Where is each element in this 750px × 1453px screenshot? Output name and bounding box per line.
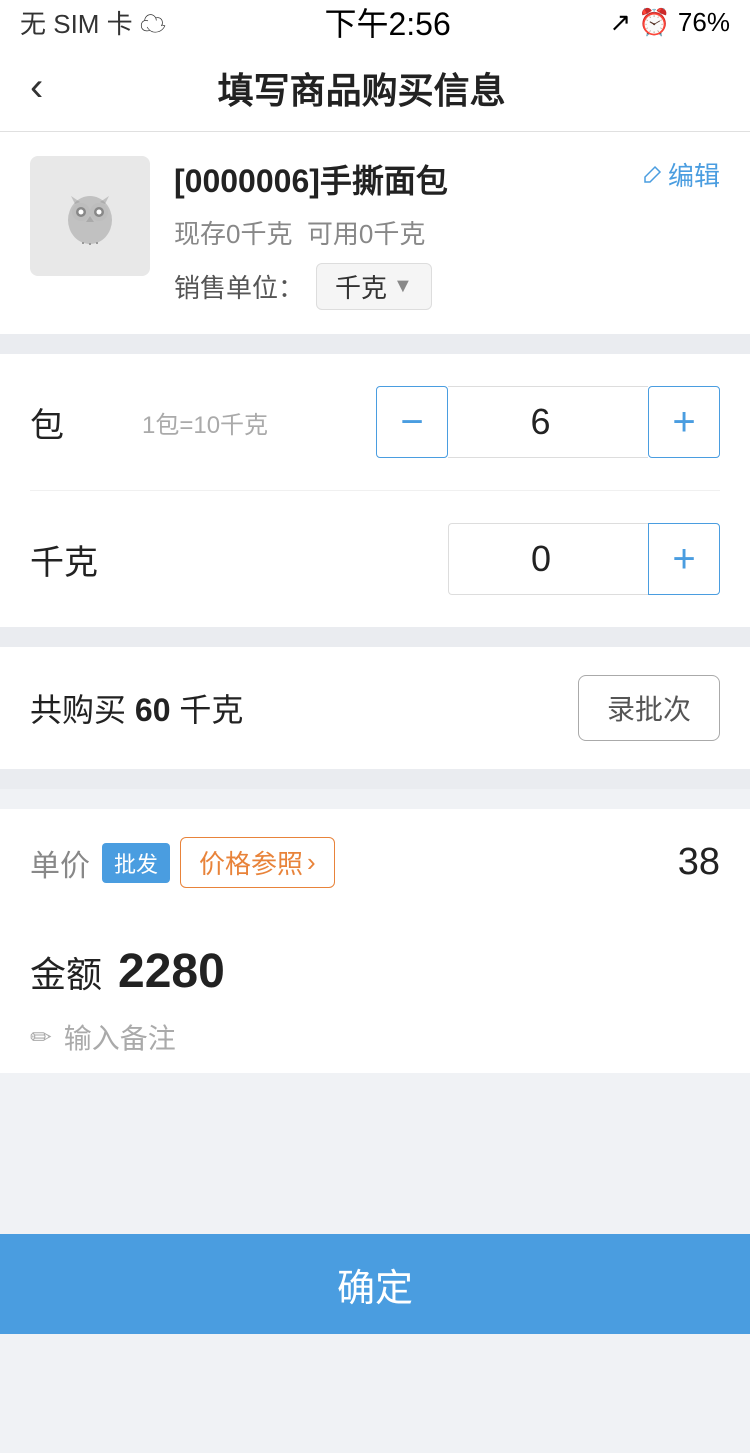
chevron-down-icon: ▼ (393, 275, 413, 298)
product-stock: 现存0千克 可用0千克 (174, 214, 720, 251)
separator-1 (0, 334, 750, 354)
batch-button[interactable]: 录批次 (578, 675, 720, 741)
kg-input[interactable] (448, 523, 648, 595)
chevron-right-icon: › (307, 847, 316, 878)
bao-minus-button[interactable]: − (376, 386, 448, 458)
product-unit-row: 销售单位： 千克 ▼ (174, 263, 720, 310)
bao-row: 包 1包=10千克 − + (30, 354, 720, 491)
amount-row: 金额 2280 (30, 944, 720, 999)
status-right: ↗ ⏰ 76% (609, 7, 730, 38)
bottom-spacer (0, 1353, 750, 1453)
kg-row: 千克 + (30, 491, 720, 627)
amount-value: 2280 (118, 944, 225, 999)
kg-controls: + (448, 523, 720, 595)
price-value: 38 (678, 841, 720, 884)
unit-selector[interactable]: 千克 ▼ (316, 263, 432, 310)
separator-2 (0, 627, 750, 647)
product-name: [0000006]手撕面包 (174, 156, 448, 202)
product-image (50, 186, 130, 246)
kg-label: 千克 (30, 535, 130, 584)
status-carrier: 无 SIM 卡 ☁ (20, 4, 166, 41)
back-button[interactable]: ‹ (30, 65, 43, 110)
status-time: 下午2:56 (324, 0, 450, 45)
total-section: 共购买 60 千克 录批次 (0, 647, 750, 769)
price-label: 单价 (30, 841, 90, 885)
status-bar: 无 SIM 卡 ☁ 下午2:56 ↗ ⏰ 76% (0, 0, 750, 44)
amount-section: 金额 2280 ✏ 输入备注 (0, 916, 750, 1073)
remark-placeholder[interactable]: 输入备注 (64, 1017, 176, 1057)
confirm-button[interactable]: 确定 (337, 1257, 413, 1312)
price-batch-tag: 批发 (102, 843, 170, 883)
price-ref-button[interactable]: 价格参照 › (180, 837, 335, 888)
product-card: [0000006]手撕面包 编辑 现存0千克 可用0千克 销售单位： 千克 ▼ (0, 132, 750, 334)
bao-controls: − + (376, 386, 720, 458)
edit-button[interactable]: 编辑 (642, 156, 720, 193)
nav-bar: ‹ 填写商品购买信息 (0, 44, 750, 132)
pencil-icon: ✏ (30, 1022, 52, 1053)
total-text: 共购买 60 千克 (30, 685, 578, 731)
product-info: [0000006]手撕面包 编辑 现存0千克 可用0千克 销售单位： 千克 ▼ (174, 156, 720, 310)
product-thumbnail (30, 156, 150, 276)
bao-label: 包 (30, 398, 130, 447)
confirm-bar[interactable]: 确定 (0, 1234, 750, 1334)
remark-row[interactable]: ✏ 输入备注 (30, 1017, 720, 1057)
bao-input[interactable] (448, 386, 648, 458)
separator-3 (0, 769, 750, 789)
bao-hint: 1包=10千克 (142, 405, 268, 440)
bao-plus-button[interactable]: + (648, 386, 720, 458)
page-title: 填写商品购买信息 (63, 62, 660, 114)
kg-plus-button[interactable]: + (648, 523, 720, 595)
price-section: 单价 批发 价格参照 › 38 (0, 809, 750, 916)
edit-icon (642, 165, 662, 185)
quantity-section: 包 1包=10千克 − + 千克 + (0, 354, 750, 627)
amount-label: 金额 (30, 946, 102, 998)
